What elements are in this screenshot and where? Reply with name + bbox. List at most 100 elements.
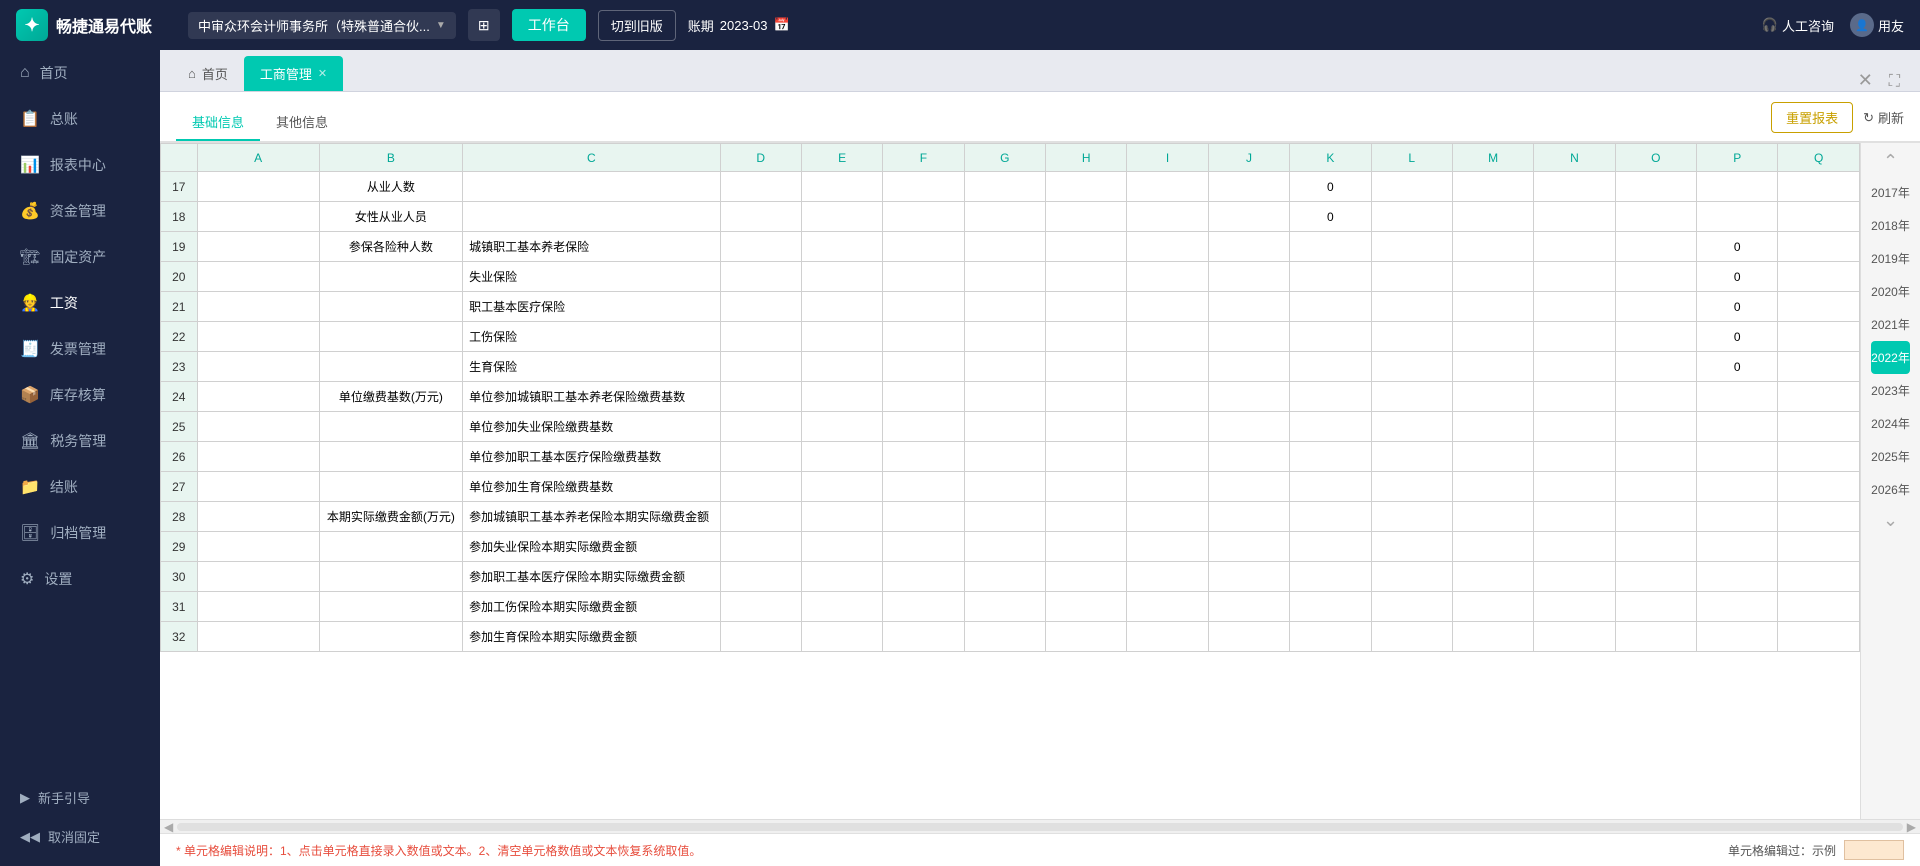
cell-Q-23[interactable] <box>1778 352 1860 382</box>
cell-D-32[interactable] <box>720 622 801 652</box>
scroll-track[interactable] <box>177 823 1903 831</box>
cell-K-25[interactable] <box>1290 412 1371 442</box>
cell-I-24[interactable] <box>1127 382 1208 412</box>
cell-E-18[interactable] <box>801 202 882 232</box>
user-area[interactable]: 👤 用友 <box>1850 13 1904 37</box>
cell-J-21[interactable] <box>1208 292 1289 322</box>
cell-L-32[interactable] <box>1371 622 1452 652</box>
cell-P-32[interactable] <box>1697 622 1778 652</box>
tab-gongshang[interactable]: 工商管理 ✕ <box>244 56 343 91</box>
cell-N-31[interactable] <box>1534 592 1615 622</box>
cell-J-29[interactable] <box>1208 532 1289 562</box>
cell-O-24[interactable] <box>1615 382 1696 412</box>
cell-G-32[interactable] <box>964 622 1045 652</box>
cell-P-17[interactable] <box>1697 172 1778 202</box>
cell-D-22[interactable] <box>720 322 801 352</box>
cell-F-25[interactable] <box>883 412 964 442</box>
cell-L-20[interactable] <box>1371 262 1452 292</box>
cell-c-28[interactable]: 参加城镇职工基本养老保险本期实际缴费金额 <box>463 502 720 532</box>
cell-O-23[interactable] <box>1615 352 1696 382</box>
cell-K-24[interactable] <box>1290 382 1371 412</box>
cell-b-31[interactable] <box>319 592 462 622</box>
cell-I-22[interactable] <box>1127 322 1208 352</box>
cell-c-26[interactable]: 单位参加职工基本医疗保险缴费基数 <box>463 442 720 472</box>
cell-M-17[interactable] <box>1452 172 1533 202</box>
cell-E-32[interactable] <box>801 622 882 652</box>
cell-b-17[interactable]: 从业人数 <box>319 172 462 202</box>
horizontal-scrollbar[interactable]: ◀ ▶ <box>160 819 1920 833</box>
cell-J-27[interactable] <box>1208 472 1289 502</box>
sidebar-item-6[interactable]: 🧾 发票管理 <box>0 326 160 372</box>
cell-a-27[interactable] <box>197 472 319 502</box>
cell-D-30[interactable] <box>720 562 801 592</box>
cell-N-17[interactable] <box>1534 172 1615 202</box>
cell-H-31[interactable] <box>1046 592 1127 622</box>
sidebar-item-7[interactable]: 📦 库存核算 <box>0 372 160 418</box>
cell-P-31[interactable] <box>1697 592 1778 622</box>
cell-L-25[interactable] <box>1371 412 1452 442</box>
cell-Q-32[interactable] <box>1778 622 1860 652</box>
sidebar-item-2[interactable]: 📊 报表中心 <box>0 142 160 188</box>
cell-F-17[interactable] <box>883 172 964 202</box>
cell-J-28[interactable] <box>1208 502 1289 532</box>
sidebar-item-8[interactable]: 🏛 税务管理 <box>0 418 160 464</box>
cell-E-29[interactable] <box>801 532 882 562</box>
cell-a-22[interactable] <box>197 322 319 352</box>
cell-F-28[interactable] <box>883 502 964 532</box>
sidebar-item-4[interactable]: 🏗 固定资产 <box>0 234 160 280</box>
cell-D-25[interactable] <box>720 412 801 442</box>
cell-H-19[interactable] <box>1046 232 1127 262</box>
cell-M-24[interactable] <box>1452 382 1533 412</box>
cell-H-29[interactable] <box>1046 532 1127 562</box>
cell-a-25[interactable] <box>197 412 319 442</box>
cell-E-25[interactable] <box>801 412 882 442</box>
cell-b-28[interactable]: 本期实际缴费金额(万元) <box>319 502 462 532</box>
cell-F-30[interactable] <box>883 562 964 592</box>
cell-c-17[interactable] <box>463 172 720 202</box>
cell-G-19[interactable] <box>964 232 1045 262</box>
cell-H-21[interactable] <box>1046 292 1127 322</box>
cell-J-24[interactable] <box>1208 382 1289 412</box>
cell-N-22[interactable] <box>1534 322 1615 352</box>
cell-c-27[interactable]: 单位参加生育保险缴费基数 <box>463 472 720 502</box>
cell-G-30[interactable] <box>964 562 1045 592</box>
sub-tab-basic[interactable]: 基础信息 <box>176 104 260 141</box>
cell-J-31[interactable] <box>1208 592 1289 622</box>
unpin-button[interactable]: ◀◀ 取消固定 <box>0 817 160 856</box>
cell-F-18[interactable] <box>883 202 964 232</box>
cell-H-24[interactable] <box>1046 382 1127 412</box>
cell-b-21[interactable] <box>319 292 462 322</box>
cell-a-23[interactable] <box>197 352 319 382</box>
cell-b-19[interactable]: 参保各险种人数 <box>319 232 462 262</box>
sidebar-item-0[interactable]: ⌂ 首页 <box>0 50 160 96</box>
cell-P-24[interactable] <box>1697 382 1778 412</box>
cell-E-21[interactable] <box>801 292 882 322</box>
cell-J-25[interactable] <box>1208 412 1289 442</box>
cell-D-23[interactable] <box>720 352 801 382</box>
cell-K-26[interactable] <box>1290 442 1371 472</box>
cell-M-30[interactable] <box>1452 562 1533 592</box>
cell-G-29[interactable] <box>964 532 1045 562</box>
cell-E-22[interactable] <box>801 322 882 352</box>
cell-M-27[interactable] <box>1452 472 1533 502</box>
cell-L-24[interactable] <box>1371 382 1452 412</box>
cell-J-30[interactable] <box>1208 562 1289 592</box>
cell-G-20[interactable] <box>964 262 1045 292</box>
year-item-2020[interactable]: 2020年 <box>1871 275 1910 308</box>
cell-b-29[interactable] <box>319 532 462 562</box>
cell-G-21[interactable] <box>964 292 1045 322</box>
cell-b-30[interactable] <box>319 562 462 592</box>
year-item-2021[interactable]: 2021年 <box>1871 308 1910 341</box>
cell-K-23[interactable] <box>1290 352 1371 382</box>
cell-O-27[interactable] <box>1615 472 1696 502</box>
cell-G-31[interactable] <box>964 592 1045 622</box>
cell-D-20[interactable] <box>720 262 801 292</box>
expand-icon[interactable]: ⛶ <box>1881 73 1908 91</box>
cell-I-23[interactable] <box>1127 352 1208 382</box>
cell-N-20[interactable] <box>1534 262 1615 292</box>
year-item-2025[interactable]: 2025年 <box>1871 440 1910 473</box>
cell-J-17[interactable] <box>1208 172 1289 202</box>
year-item-2022[interactable]: 2022年 <box>1871 341 1910 374</box>
cell-F-20[interactable] <box>883 262 964 292</box>
cell-M-21[interactable] <box>1452 292 1533 322</box>
